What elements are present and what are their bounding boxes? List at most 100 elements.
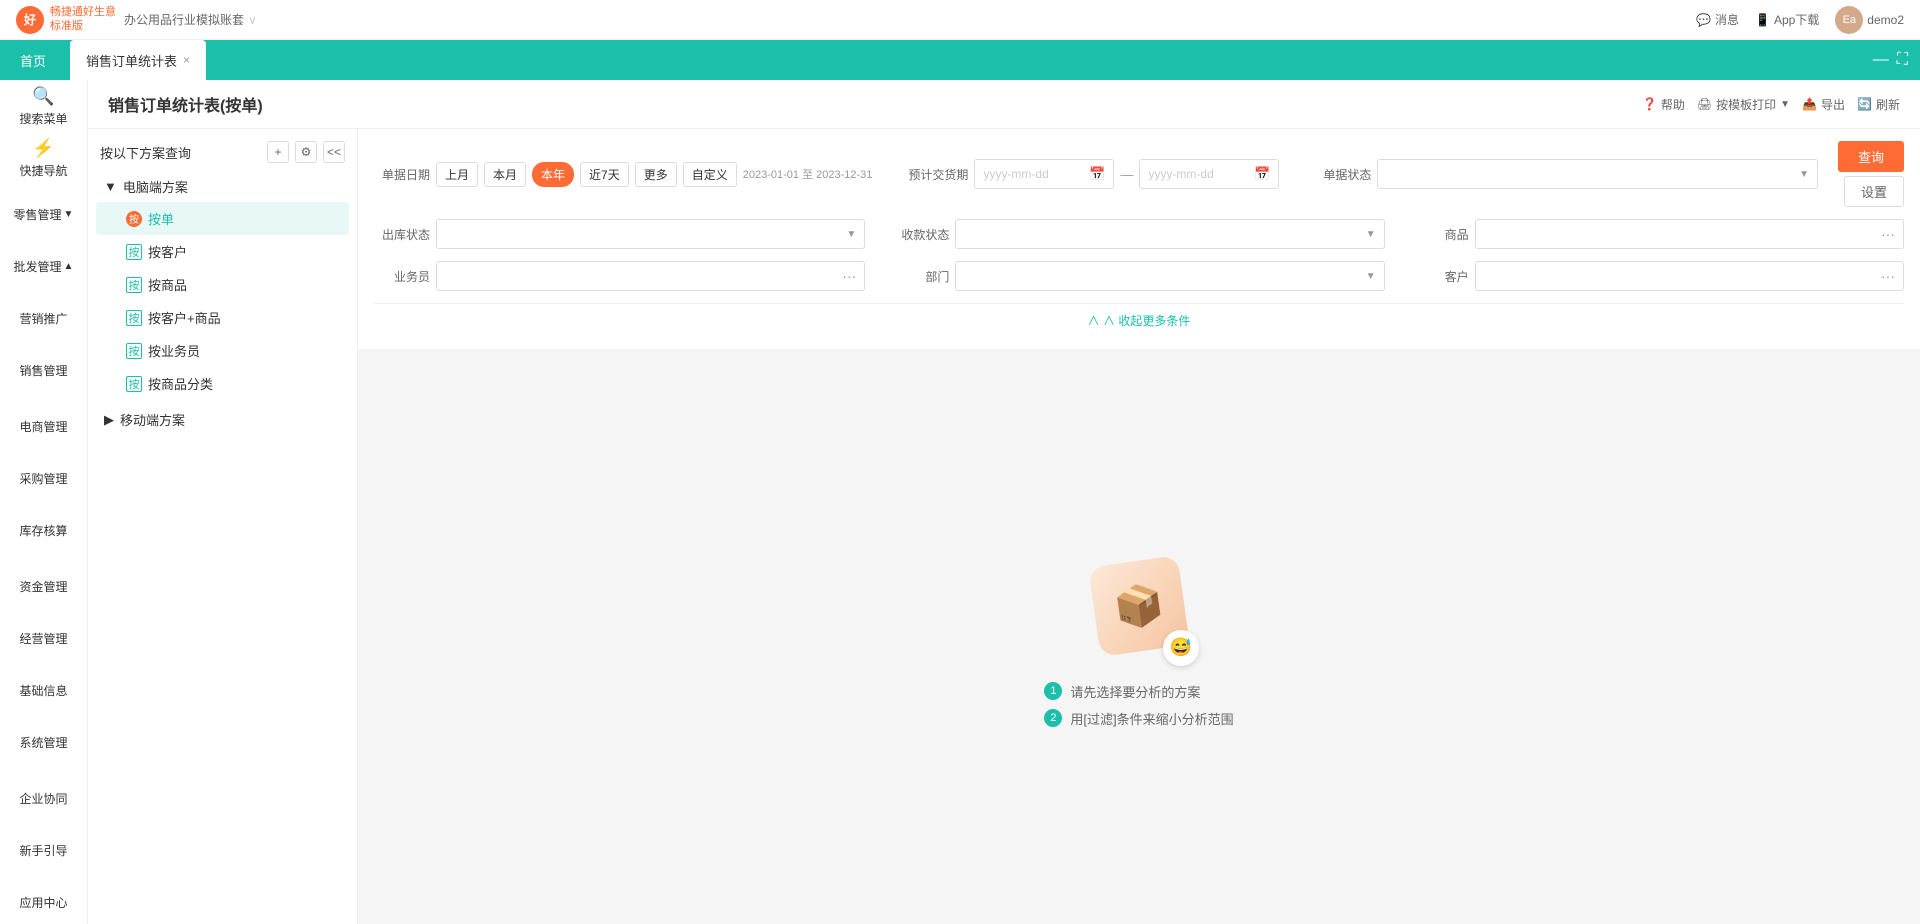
salesperson-group: 业务员 ···: [374, 261, 865, 291]
tab-close-icon[interactable]: ×: [183, 53, 190, 67]
scheme-item-byjidan[interactable]: 按 按单: [96, 202, 349, 235]
this-month-btn[interactable]: 本月: [484, 162, 526, 187]
collapse-bar[interactable]: ∧ ∧ 收起更多条件: [374, 303, 1904, 337]
sidebar-item-search[interactable]: 🔍 搜索菜单: [0, 80, 87, 132]
sidebar-item-ecommerce[interactable]: 电商管理: [0, 400, 87, 452]
scheme-icon-yewuyuan: 按: [126, 343, 142, 359]
dept-select[interactable]: ▼: [955, 261, 1384, 291]
date-dash: —: [1120, 167, 1133, 182]
tab-home[interactable]: 首页: [0, 40, 66, 80]
salesperson-select[interactable]: ···: [436, 261, 865, 291]
message-action[interactable]: 💬 消息: [1696, 11, 1739, 28]
breadcrumb-area: 办公用品行业模拟账套 ∨: [124, 11, 257, 28]
scheme-section-pc-header[interactable]: ▼ 电脑端方案: [96, 171, 349, 202]
user-label: demo2: [1867, 13, 1904, 27]
empty-hint-1: 1 请先选择要分析的方案: [1044, 682, 1233, 701]
top-bar-left: 好 畅捷通好生意 标准版 办公用品行业模拟账套 ∨: [16, 6, 257, 34]
top-bar: 好 畅捷通好生意 标准版 办公用品行业模拟账套 ∨ 💬 消息 📱 App下载 E…: [0, 0, 1920, 40]
page-title: 销售订单统计表(按单): [108, 92, 263, 128]
scheme-item-bykehuo[interactable]: 按 按客户: [96, 235, 349, 268]
collapse-panel-button[interactable]: <<: [323, 141, 345, 163]
app-icon: 📱: [1755, 13, 1770, 27]
scheme-item-byshangpin[interactable]: 按 按商品: [96, 268, 349, 301]
scheme-icon-byshangpin: 按: [126, 277, 142, 293]
sidebar-item-operation[interactable]: 经营管理: [0, 612, 87, 664]
pay-status-group: 收款状态 ▼: [893, 219, 1384, 249]
sidebar-item-sales[interactable]: 销售管理: [0, 344, 87, 396]
date-filter-group: 单据日期 上月 本月 本年 近7天 更多 自定义 2023-01-01 至 20…: [374, 162, 872, 187]
expected-date-start[interactable]: yyyy-mm-dd 📅: [974, 159, 1114, 189]
sidebar-item-inventory[interactable]: 库存核算: [0, 504, 87, 556]
empty-text: 1 请先选择要分析的方案 2 用[过滤]条件来缩小分析范围: [1044, 682, 1233, 728]
sidebar-item-retail[interactable]: 零售管理 ▼: [0, 188, 87, 240]
quicknav-icon: ⚡: [32, 138, 54, 159]
status-select-arrow: ▼: [1799, 169, 1809, 180]
empty-face-icon: 😅: [1163, 630, 1199, 666]
expected-date-end[interactable]: yyyy-mm-dd 📅: [1139, 159, 1279, 189]
expected-date-group: 预计交货期 yyyy-mm-dd 📅 — yyyy-mm-dd 📅: [908, 159, 1279, 189]
pay-status-select[interactable]: ▼: [955, 219, 1384, 249]
tab-bar-actions: — ⛶: [1873, 51, 1920, 69]
user-action[interactable]: Ea demo2: [1835, 6, 1904, 34]
app-download-action[interactable]: 📱 App下载: [1755, 11, 1819, 28]
calendar-icon-2: 📅: [1254, 166, 1270, 182]
section-arrow-icon: ▼: [104, 179, 117, 194]
hint-num-2: 2: [1044, 709, 1062, 727]
this-year-btn[interactable]: 本年: [532, 162, 574, 187]
settings-button[interactable]: 设置: [1844, 176, 1904, 207]
salesperson-dots: ···: [842, 268, 856, 284]
customer-group: 客户 ···: [1413, 261, 1904, 291]
page-header-actions: ❓ 帮助 🖨 按模板打印 ▼ 📤 导出 🔄 刷新: [1642, 96, 1900, 125]
filter-row-2: 出库状态 ▼ 收款状态 ▼: [374, 219, 1904, 249]
avatar: Ea: [1835, 6, 1863, 34]
scheme-section-mobile-header[interactable]: ▶ 移动端方案: [96, 404, 349, 435]
help-action[interactable]: ❓ 帮助: [1642, 96, 1685, 113]
search-icon: 🔍: [32, 86, 54, 107]
last7-btn[interactable]: 近7天: [580, 162, 629, 187]
sidebar-item-newuser[interactable]: 新手引导: [0, 824, 87, 876]
ship-status-select[interactable]: ▼: [436, 219, 865, 249]
scheme-item-byyewuyuan[interactable]: 按 按业务员: [96, 334, 349, 367]
query-button[interactable]: 查询: [1838, 141, 1904, 172]
salesperson-label: 业务员: [374, 268, 430, 285]
ship-status-group: 出库状态 ▼: [374, 219, 865, 249]
sidebar-item-marketing[interactable]: 营销推广: [0, 292, 87, 344]
add-scheme-button[interactable]: +: [267, 141, 289, 163]
sidebar-item-basic[interactable]: 基础信息: [0, 664, 87, 716]
ship-arrow: ▼: [846, 229, 856, 240]
goods-select[interactable]: ···: [1475, 219, 1904, 249]
sidebar-item-system[interactable]: 系统管理: [0, 716, 87, 768]
scheme-item-byshangpin-fenlei[interactable]: 按 按商品分类: [96, 367, 349, 400]
sidebar-item-enterprise[interactable]: 企业协同: [0, 772, 87, 824]
hint-text-1: 请先选择要分析的方案: [1070, 682, 1200, 701]
more-btn[interactable]: 更多: [635, 162, 677, 187]
breadcrumb-text: 办公用品行业模拟账套: [124, 11, 244, 28]
logo-area: 好 畅捷通好生意 标准版: [16, 6, 116, 34]
sidebar-item-finance[interactable]: 资金管理: [0, 560, 87, 612]
goods-label: 商品: [1413, 226, 1469, 243]
sidebar-item-wholesale[interactable]: 批发管理 ▲: [0, 240, 87, 292]
sidebar-item-quicknav[interactable]: ⚡ 快捷导航: [0, 132, 87, 184]
minimize-icon[interactable]: —: [1873, 51, 1889, 69]
export-action[interactable]: 📤 导出: [1802, 96, 1845, 113]
left-panel-header: 按以下方案查询 + ⚙ <<: [88, 129, 357, 171]
sidebar-item-purchase[interactable]: 采购管理: [0, 452, 87, 504]
custom-btn[interactable]: 自定义: [683, 162, 737, 187]
maximize-icon[interactable]: ⛶: [1897, 51, 1908, 69]
date-placeholder-2: yyyy-mm-dd: [1148, 167, 1213, 181]
refresh-action[interactable]: 🔄 刷新: [1857, 96, 1900, 113]
print-action[interactable]: 🖨 按模板打印 ▼: [1697, 96, 1790, 113]
sidebar-item-appcenter[interactable]: 应用中心: [0, 876, 87, 924]
scheme-item-bykehuo-shangpin[interactable]: 按 按客户+商品: [96, 301, 349, 334]
logo-text: 畅捷通好生意 标准版: [50, 6, 116, 32]
goods-dots: ···: [1881, 226, 1895, 242]
tab-active[interactable]: 销售订单统计表 ×: [70, 40, 206, 80]
pc-section-label: 电脑端方案: [123, 177, 188, 196]
customer-select[interactable]: ···: [1475, 261, 1904, 291]
left-panel-title: 按以下方案查询: [100, 143, 191, 162]
order-status-select[interactable]: ▼: [1377, 159, 1818, 189]
last-month-btn[interactable]: 上月: [436, 162, 478, 187]
settings-scheme-button[interactable]: ⚙: [295, 141, 317, 163]
scheme-icon-kehuo-shangpin: 按: [126, 310, 142, 326]
date-range-text: 2023-01-01 至 2023-12-31: [743, 166, 873, 182]
